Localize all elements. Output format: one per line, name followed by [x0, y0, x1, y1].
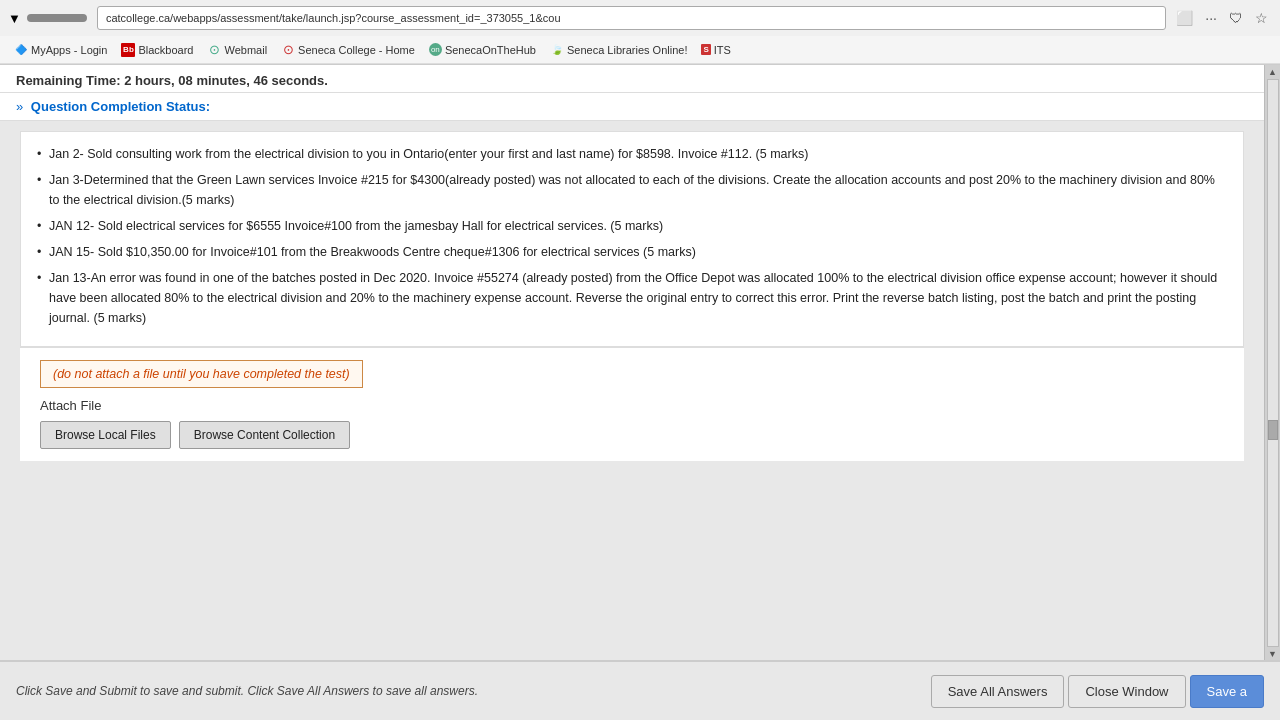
- seneca-home-icon: ⊙: [281, 43, 295, 57]
- blackboard-icon: Bb: [121, 43, 135, 57]
- bookmark-senecalibraries-label: Seneca Libraries Online!: [567, 44, 687, 56]
- timer-text: Remaining Time: 2 hours, 08 minutes, 46 …: [16, 73, 328, 88]
- footer-buttons: Save All Answers Close Window Save a: [931, 675, 1264, 708]
- star-icon[interactable]: ☆: [1251, 8, 1272, 28]
- list-item: Jan 13-An error was found in one of the …: [37, 268, 1227, 328]
- status-arrow: »: [16, 99, 23, 114]
- browser-buttons: ⬜ ··· 🛡 ☆: [1172, 8, 1272, 28]
- more-icon[interactable]: ···: [1201, 8, 1221, 28]
- bookmark-blackboard-label: Blackboard: [138, 44, 193, 56]
- footer-instruction: Click Save and Submit to save and submit…: [16, 684, 931, 698]
- question-content-area: Jan 2- Sold consulting work from the ele…: [0, 121, 1264, 471]
- attach-label: Attach File: [40, 398, 1224, 413]
- its-icon: S: [701, 44, 710, 55]
- browse-local-files-button[interactable]: Browse Local Files: [40, 421, 171, 449]
- question-item-jan15: JAN 15- Sold $10,350.00 for Invoice#101 …: [49, 245, 696, 259]
- bookmark-myapps-label: MyApps - Login: [31, 44, 107, 56]
- browser-toolbar: ▼ catcollege.ca/webapps/assessment/take/…: [0, 0, 1280, 36]
- progress-bar: [27, 14, 87, 22]
- save-button[interactable]: Save a: [1190, 675, 1264, 708]
- timer-value: 2 hours, 08 minutes, 46 seconds.: [124, 73, 328, 88]
- bookmarks-bar: 🔷 MyApps - Login Bb Blackboard ⊙ Webmail…: [0, 36, 1280, 64]
- question-text-block: Jan 2- Sold consulting work from the ele…: [20, 131, 1244, 347]
- bookmark-webmail-label: Webmail: [224, 44, 267, 56]
- scrollbar-up-arrow[interactable]: ▲: [1268, 67, 1277, 77]
- list-item: Jan 2- Sold consulting work from the ele…: [37, 144, 1227, 164]
- bookmark-senecaonthehub-label: SenecaOnTheHub: [445, 44, 536, 56]
- save-all-answers-button[interactable]: Save All Answers: [931, 675, 1065, 708]
- question-item-jan13: Jan 13-An error was found in one of the …: [49, 271, 1217, 325]
- attach-buttons: Browse Local Files Browse Content Collec…: [40, 421, 1224, 449]
- page-content: Remaining Time: 2 hours, 08 minutes, 46 …: [0, 65, 1280, 661]
- bottom-footer: Click Save and Submit to save and submit…: [0, 660, 1280, 720]
- myapps-icon: 🔷: [14, 43, 28, 57]
- question-item-jan3: Jan 3-Determined that the Green Lawn ser…: [49, 173, 1215, 207]
- close-window-button[interactable]: Close Window: [1068, 675, 1185, 708]
- reader-icon[interactable]: ⬜: [1172, 8, 1197, 28]
- bookmark-senecalibraries[interactable]: 🍃 Seneca Libraries Online!: [544, 41, 693, 59]
- attach-warning: (do not attach a file until you have com…: [40, 360, 363, 388]
- bookmark-webmail[interactable]: ⊙ Webmail: [201, 41, 273, 59]
- senecalibraries-icon: 🍃: [550, 43, 564, 57]
- senecaonthehub-icon: on: [429, 43, 442, 56]
- bookmark-seneca-home-label: Seneca College - Home: [298, 44, 415, 56]
- bookmark-seneca-home[interactable]: ⊙ Seneca College - Home: [275, 41, 421, 59]
- question-list: Jan 2- Sold consulting work from the ele…: [37, 144, 1227, 328]
- question-item-jan2: Jan 2- Sold consulting work from the ele…: [49, 147, 808, 161]
- content-wrapper: Remaining Time: 2 hours, 08 minutes, 46 …: [0, 65, 1280, 661]
- scrollbar-down-arrow[interactable]: ▼: [1268, 649, 1277, 659]
- scrollbar-thumb[interactable]: [1268, 420, 1278, 440]
- scrollbar-track: [1267, 79, 1279, 647]
- bookmark-its-label: ITS: [714, 44, 731, 56]
- list-item: JAN 12- Sold electrical services for $65…: [37, 216, 1227, 236]
- dropdown-arrow[interactable]: ▼: [8, 11, 21, 26]
- bookmark-myapps[interactable]: 🔷 MyApps - Login: [8, 41, 113, 59]
- list-item: JAN 15- Sold $10,350.00 for Invoice#101 …: [37, 242, 1227, 262]
- question-status-label: Question Completion Status:: [31, 99, 210, 114]
- content-inner: Remaining Time: 2 hours, 08 minutes, 46 …: [0, 65, 1264, 661]
- bookmark-its[interactable]: S ITS: [695, 42, 736, 58]
- list-item: Jan 3-Determined that the Green Lawn ser…: [37, 170, 1227, 210]
- question-status-bar[interactable]: » Question Completion Status:: [0, 93, 1264, 121]
- bookmark-senecaonthehub[interactable]: on SenecaOnTheHub: [423, 41, 542, 58]
- bookmark-blackboard[interactable]: Bb Blackboard: [115, 41, 199, 59]
- shield-icon[interactable]: 🛡: [1225, 8, 1247, 28]
- browse-content-collection-button[interactable]: Browse Content Collection: [179, 421, 350, 449]
- browser-chrome: ▼ catcollege.ca/webapps/assessment/take/…: [0, 0, 1280, 65]
- url-bar[interactable]: catcollege.ca/webapps/assessment/take/la…: [97, 6, 1166, 30]
- timer-bar: Remaining Time: 2 hours, 08 minutes, 46 …: [0, 65, 1264, 93]
- question-item-jan12: JAN 12- Sold electrical services for $65…: [49, 219, 663, 233]
- url-text: catcollege.ca/webapps/assessment/take/la…: [106, 12, 561, 24]
- webmail-icon: ⊙: [207, 43, 221, 57]
- right-scrollbar[interactable]: ▲ ▼: [1264, 65, 1280, 661]
- timer-label: Remaining Time:: [16, 73, 121, 88]
- attach-section: (do not attach a file until you have com…: [20, 347, 1244, 461]
